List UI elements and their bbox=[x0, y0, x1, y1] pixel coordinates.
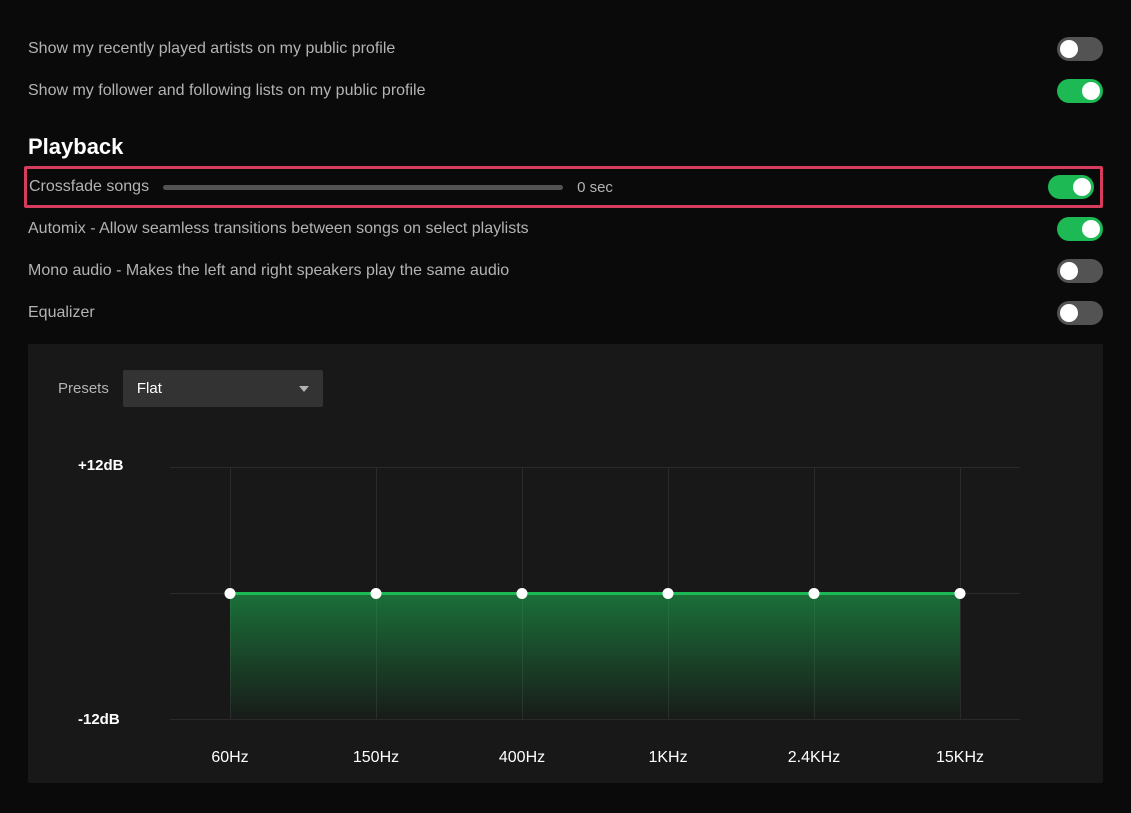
automix-label: Automix - Allow seamless transitions bet… bbox=[28, 220, 529, 238]
follower-lists-toggle[interactable] bbox=[1057, 79, 1103, 103]
setting-follower-lists: Show my follower and following lists on … bbox=[28, 70, 1103, 112]
axis-label-bottom: -12dB bbox=[78, 711, 120, 728]
crossfade-value: 0 sec bbox=[577, 179, 613, 196]
freq-label: 400Hz bbox=[499, 749, 545, 767]
eq-fill bbox=[230, 593, 960, 719]
equalizer-toggle[interactable] bbox=[1057, 301, 1103, 325]
setting-crossfade: Crossfade songs 0 sec bbox=[24, 166, 1103, 208]
setting-mono-audio: Mono audio - Makes the left and right sp… bbox=[28, 250, 1103, 292]
chevron-down-icon bbox=[299, 386, 309, 392]
eq-grid bbox=[170, 463, 1020, 723]
setting-equalizer: Equalizer bbox=[28, 292, 1103, 334]
axis-label-top: +12dB bbox=[78, 457, 123, 474]
freq-label: 15KHz bbox=[936, 749, 984, 767]
freq-label: 60Hz bbox=[211, 749, 248, 767]
eq-band-handle[interactable] bbox=[225, 588, 236, 599]
eq-band-handle[interactable] bbox=[955, 588, 966, 599]
equalizer-label: Equalizer bbox=[28, 304, 95, 322]
preset-select[interactable]: Flat bbox=[123, 370, 323, 407]
mono-toggle[interactable] bbox=[1057, 259, 1103, 283]
recently-played-toggle[interactable] bbox=[1057, 37, 1103, 61]
recently-played-label: Show my recently played artists on my pu… bbox=[28, 40, 395, 58]
freq-label: 2.4KHz bbox=[788, 749, 840, 767]
equalizer-chart: +12dB -12dB 60Hz150Hz400Hz1KHz2.4KHz15KH… bbox=[78, 463, 1073, 773]
crossfade-label: Crossfade songs bbox=[29, 178, 149, 196]
preset-selected-value: Flat bbox=[137, 380, 162, 397]
eq-band-handle[interactable] bbox=[517, 588, 528, 599]
freq-label: 1KHz bbox=[648, 749, 687, 767]
setting-automix: Automix - Allow seamless transitions bet… bbox=[28, 208, 1103, 250]
eq-band-handle[interactable] bbox=[809, 588, 820, 599]
eq-band-handle[interactable] bbox=[371, 588, 382, 599]
automix-toggle[interactable] bbox=[1057, 217, 1103, 241]
mono-label: Mono audio - Makes the left and right sp… bbox=[28, 262, 509, 280]
follower-lists-label: Show my follower and following lists on … bbox=[28, 82, 426, 100]
equalizer-panel: Presets Flat +12dB -12dB 60Hz 150Hz 400Hz 1… bbox=[28, 344, 1103, 783]
eq-band-handle[interactable] bbox=[663, 588, 674, 599]
crossfade-slider[interactable] bbox=[163, 185, 563, 190]
freq-label: 150Hz bbox=[353, 749, 399, 767]
presets-label: Presets bbox=[58, 380, 109, 397]
crossfade-toggle[interactable] bbox=[1048, 175, 1094, 199]
setting-recently-played: Show my recently played artists on my pu… bbox=[28, 28, 1103, 70]
playback-heading: Playback bbox=[28, 134, 1103, 160]
